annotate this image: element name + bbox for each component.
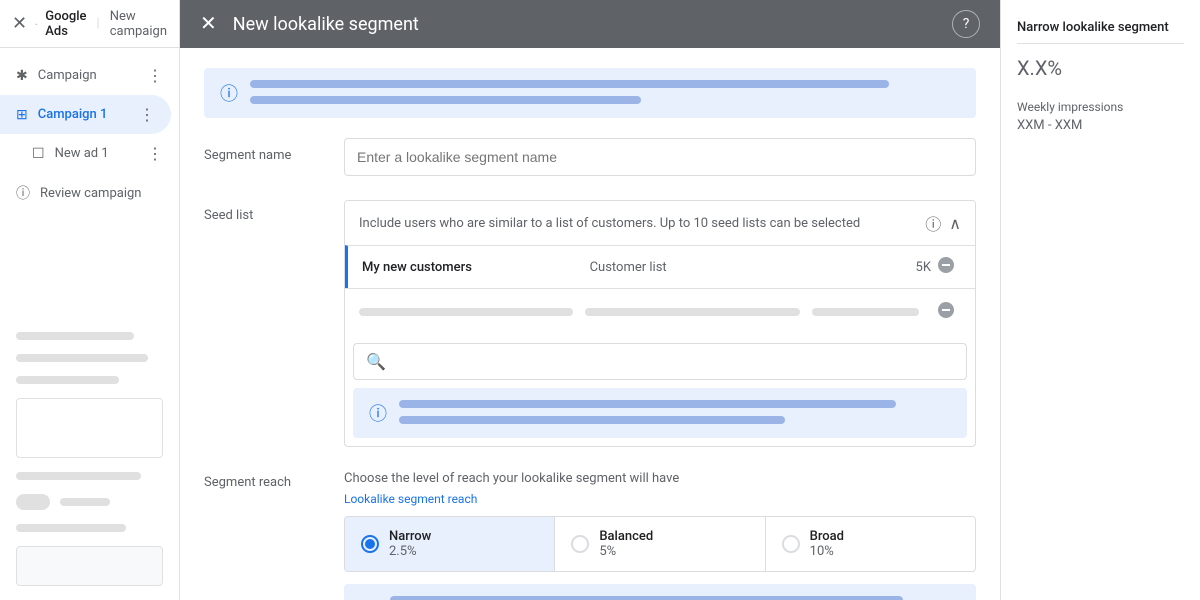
sidebar-label-review: Review campaign — [40, 186, 141, 201]
sidebar-item-new-ad[interactable]: ☐ New ad 1 ⋮ — [0, 134, 179, 173]
modal-close-button[interactable]: ✕ — [200, 14, 217, 34]
sidebar-skeleton — [0, 316, 179, 600]
reach-option-balanced-text: Balanced 5% — [599, 529, 653, 559]
segment-reach-content: Choose the level of reach your lookalike… — [344, 471, 976, 600]
main-content: ✕ New lookalike segment ? ⓘ Segment name — [180, 0, 1200, 600]
new-ad-icon: ☐ — [32, 146, 45, 162]
reach-info-box: ⓘ — [344, 584, 976, 600]
right-panel-weekly-label: Weekly impressions — [1017, 100, 1184, 114]
modal-help-icon[interactable]: ? — [952, 10, 980, 38]
campaign-icon: ✱ — [16, 68, 28, 84]
sidebar-item-review[interactable]: ⓘ Review campaign — [0, 173, 179, 213]
google-ads-logo-text: Google Ads — [45, 9, 86, 39]
sidebar-header: ✕ Google Ads | New campaign — [0, 0, 179, 48]
new-ad-more-icon[interactable]: ⋮ — [147, 144, 163, 163]
sidebar-label-new-ad: New ad 1 — [55, 146, 109, 161]
segment-name-input[interactable] — [344, 138, 976, 176]
seed-list-description: Include users who are similar to a list … — [359, 216, 917, 231]
reach-option-broad[interactable]: Broad 10% — [765, 517, 975, 571]
sidebar: ✕ Google Ads | New campaign ✱ Campaign ⋮… — [0, 0, 180, 600]
seed-list-content: Include users who are similar to a list … — [344, 200, 976, 447]
segment-reach-description: Choose the level of reach your lookalike… — [344, 471, 976, 486]
review-icon: ⓘ — [16, 183, 30, 203]
seed-list-item-1 — [345, 288, 975, 335]
seed-info-icon: ⓘ — [369, 400, 387, 426]
reach-info-icon: ⓘ — [360, 596, 378, 600]
close-icon[interactable]: ✕ — [12, 13, 27, 34]
info-banner-icon: ⓘ — [220, 80, 238, 106]
segment-reach-label: Segment reach — [204, 471, 344, 490]
seed-info-content — [399, 400, 951, 424]
reach-radio-narrow — [361, 535, 379, 553]
search-icon: 🔍 — [366, 352, 386, 371]
google-ads-logo-icon — [35, 12, 37, 36]
sidebar-label-campaign: Campaign — [38, 68, 97, 83]
campaign-more-icon[interactable]: ⋮ — [147, 66, 163, 85]
modal-body: ⓘ Segment name Seed list In — [180, 48, 1000, 600]
reach-options: Narrow 2.5% Balanced 5% — [344, 516, 976, 572]
seed-list-row: Seed list Include users who are similar … — [204, 200, 976, 447]
reach-option-narrow-text: Narrow 2.5% — [389, 529, 431, 559]
seed-list-header: Include users who are similar to a list … — [345, 201, 975, 245]
remove-circle-icon-0 — [937, 256, 955, 274]
seed-list-help-icon[interactable]: ⓘ — [925, 211, 941, 235]
campaign1-icon: ⊞ — [16, 107, 28, 123]
reach-narrow-name: Narrow — [389, 529, 431, 544]
reach-radio-balanced — [571, 535, 589, 553]
modal-title: New lookalike segment — [233, 14, 952, 35]
info-banner: ⓘ — [204, 68, 976, 118]
seed-item-name-0: My new customers — [362, 260, 590, 275]
right-panel: Narrow lookalike segment X.X% Weekly imp… — [1000, 0, 1200, 600]
segment-name-field-wrap — [344, 138, 976, 176]
sidebar-item-campaign1[interactable]: ⊞ Campaign 1 ⋮ — [0, 95, 171, 134]
seed-list-label: Seed list — [204, 200, 344, 223]
reach-broad-name: Broad — [810, 529, 844, 544]
seed-list-collapse-icon[interactable]: ∧ — [949, 214, 961, 233]
reach-balanced-pct: 5% — [599, 544, 653, 559]
sidebar-nav: ✱ Campaign ⋮ ⊞ Campaign 1 ⋮ ☐ New ad 1 ⋮… — [0, 48, 179, 316]
seed-list-search-input[interactable] — [394, 354, 954, 369]
seed-item-remove-0[interactable] — [931, 256, 961, 278]
seed-item-size-0: 5K — [817, 260, 931, 275]
reach-narrow-pct: 2.5% — [389, 544, 431, 559]
right-panel-weekly-value: XXM - XXM — [1017, 118, 1184, 133]
info-banner-content — [250, 80, 960, 104]
reach-option-broad-text: Broad 10% — [810, 529, 844, 559]
seed-item-type-0: Customer list — [590, 260, 818, 275]
campaign-tab-label: New campaign — [110, 9, 167, 39]
reach-radio-broad — [782, 535, 800, 553]
right-panel-title: Narrow lookalike segment — [1017, 20, 1184, 35]
segment-name-row: Segment name — [204, 138, 976, 176]
sidebar-label-campaign1: Campaign 1 — [38, 107, 108, 122]
modal-header: ✕ New lookalike segment ? — [180, 0, 1000, 48]
right-panel-divider — [1017, 43, 1184, 44]
right-panel-metric: X.X% — [1017, 56, 1184, 80]
segment-name-label: Segment name — [204, 138, 344, 163]
segment-reach-sub-label: Lookalike segment reach — [344, 492, 976, 506]
divider: | — [97, 16, 100, 31]
campaign1-more-icon[interactable]: ⋮ — [139, 105, 155, 124]
modal: ✕ New lookalike segment ? ⓘ Segment name — [180, 0, 1000, 600]
segment-reach-row: Segment reach Choose the level of reach … — [204, 471, 976, 600]
reach-info-content — [390, 596, 960, 600]
seed-list-info-box: ⓘ — [353, 388, 967, 438]
reach-balanced-name: Balanced — [599, 529, 653, 544]
seed-list-item-0[interactable]: My new customers Customer list 5K — [345, 245, 975, 288]
reach-broad-pct: 10% — [810, 544, 844, 559]
reach-option-narrow[interactable]: Narrow 2.5% — [345, 517, 554, 571]
seed-list-search-box[interactable]: 🔍 — [353, 343, 967, 380]
remove-circle-icon-1 — [937, 301, 955, 319]
sidebar-item-campaign[interactable]: ✱ Campaign ⋮ — [0, 56, 179, 95]
reach-option-balanced[interactable]: Balanced 5% — [554, 517, 764, 571]
